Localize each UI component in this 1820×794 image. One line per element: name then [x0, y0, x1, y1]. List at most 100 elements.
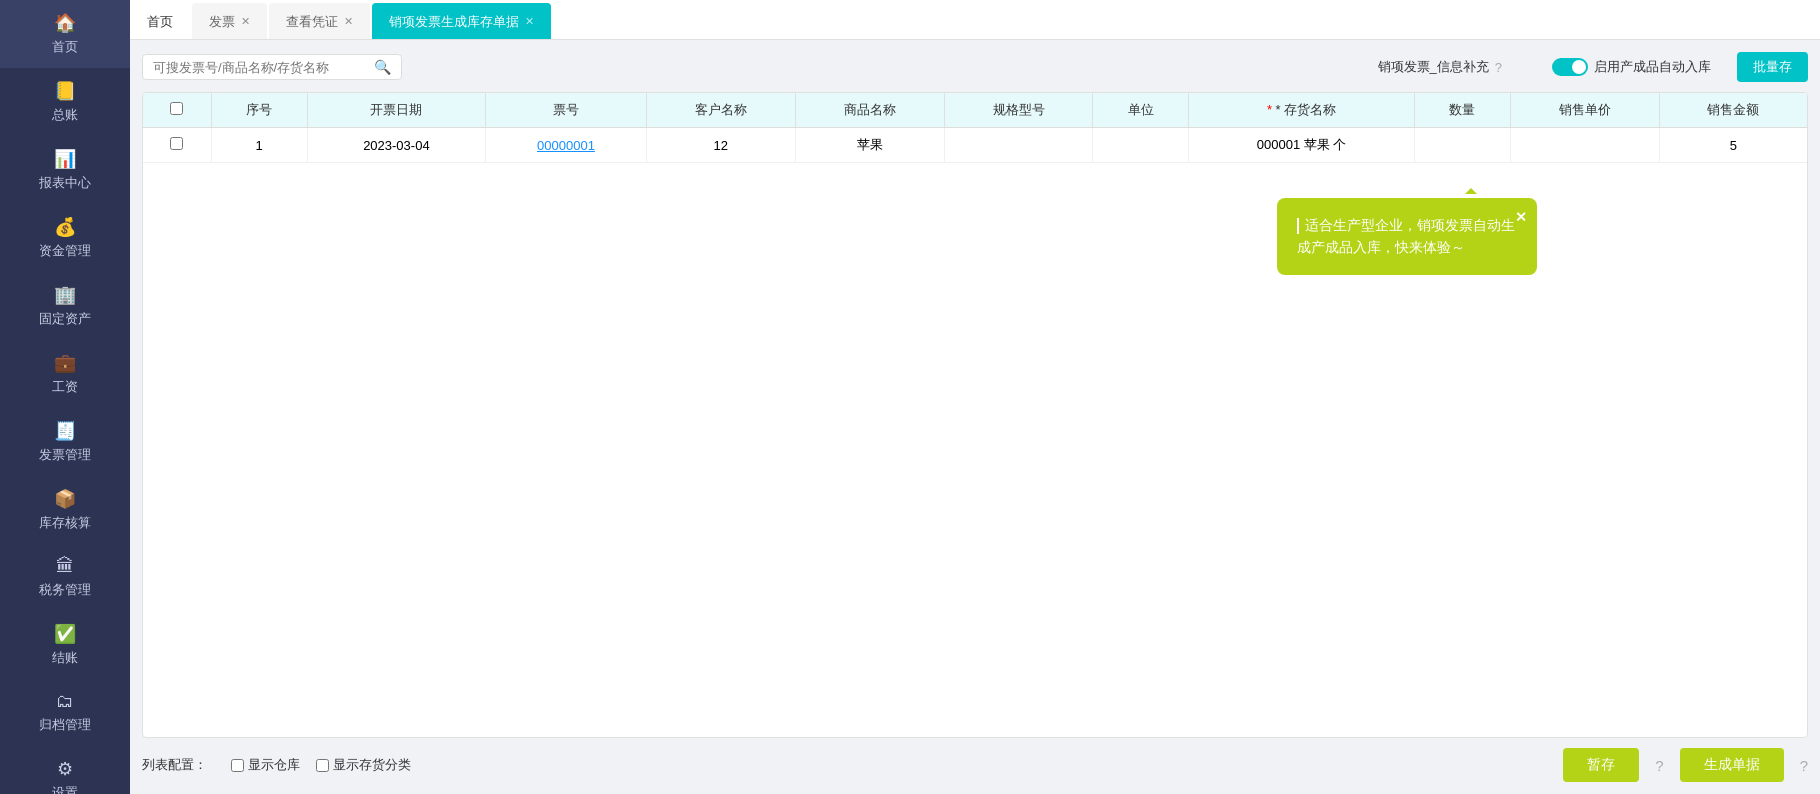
show-warehouse-label: 显示仓库 — [248, 756, 300, 774]
search-input[interactable] — [153, 60, 368, 75]
show-warehouse-checkbox-label[interactable]: 显示仓库 — [231, 756, 300, 774]
sidebar-item-payroll[interactable]: 💼 工资 — [0, 340, 130, 408]
sidebar-item-inventory[interactable]: 📦 库存核算 — [0, 476, 130, 544]
sidebar-item-label: 固定资产 — [39, 310, 91, 328]
ledger-icon: 📒 — [54, 80, 76, 102]
sidebar-item-label: 税务管理 — [39, 581, 91, 599]
sidebar-item-label: 资金管理 — [39, 242, 91, 260]
tab-invoice[interactable]: 发票 ✕ — [192, 3, 267, 39]
inventory-icon: 📦 — [54, 488, 76, 510]
show-inventory-category-label: 显示存货分类 — [333, 756, 411, 774]
sidebar-item-funds[interactable]: 💰 资金管理 — [0, 204, 130, 272]
tooltip-close-button[interactable]: ✕ — [1515, 206, 1527, 228]
col-qty: 数量 — [1414, 93, 1510, 128]
col-unit-price: 销售单价 — [1510, 93, 1659, 128]
main-area: 首页 发票 ✕ 查看凭证 ✕ 销项发票生成库存单据 ✕ 🔍 销项发票_信息补充 … — [130, 0, 1820, 794]
settings-icon: ⚙ — [57, 758, 73, 780]
content-area: 🔍 销项发票_信息补充 ? 启用产成品自动入库 批量存 — [130, 40, 1820, 794]
sidebar-item-home[interactable]: 🏠 首页 — [0, 0, 130, 68]
generate-button[interactable]: 生成单据 — [1680, 748, 1784, 782]
generate-help-icon[interactable]: ? — [1800, 757, 1808, 774]
sidebar: 🏠 首页 📒 总账 📊 报表中心 💰 资金管理 🏢 固定资产 💼 工资 🧾 发票… — [0, 0, 130, 794]
show-warehouse-checkbox[interactable] — [231, 759, 244, 772]
sidebar-item-reports[interactable]: 📊 报表中心 — [0, 136, 130, 204]
sidebar-item-label: 工资 — [52, 378, 78, 396]
tooltip-popup: ✕ 适合生产型企业，销项发票自动生成产成品入库，快来体验～ — [1277, 198, 1537, 275]
row-date: 2023-03-04 — [307, 128, 485, 163]
save-button[interactable]: 暂存 — [1563, 748, 1639, 782]
home-icon: 🏠 — [54, 12, 76, 34]
sidebar-item-label: 库存核算 — [39, 514, 91, 532]
tab-voucher-close[interactable]: ✕ — [344, 15, 353, 28]
col-ticket-no: 票号 — [486, 93, 647, 128]
sidebar-item-label: 总账 — [52, 106, 78, 124]
row-select-checkbox[interactable] — [170, 137, 183, 150]
row-customer: 12 — [646, 128, 795, 163]
search-icon: 🔍 — [374, 59, 391, 75]
reports-icon: 📊 — [54, 148, 76, 170]
sidebar-item-ledger[interactable]: 📒 总账 — [0, 68, 130, 136]
info-help-icon[interactable]: ? — [1495, 60, 1502, 75]
save-help-icon[interactable]: ? — [1655, 757, 1663, 774]
sidebar-item-label: 结账 — [52, 649, 78, 667]
show-inventory-category-checkbox[interactable] — [316, 759, 329, 772]
table-header-row: 序号 开票日期 票号 客户名称 商品名称 规格型号 单位 * * 存货名称 数量… — [143, 93, 1807, 128]
sidebar-item-invoice-mgmt[interactable]: 🧾 发票管理 — [0, 408, 130, 476]
row-inventory: 000001 苹果 个 — [1189, 128, 1415, 163]
row-ticket-no[interactable]: 00000001 — [486, 128, 647, 163]
row-checkbox[interactable] — [143, 128, 211, 163]
data-table: 序号 开票日期 票号 客户名称 商品名称 规格型号 单位 * * 存货名称 数量… — [143, 93, 1807, 163]
fixed-assets-icon: 🏢 — [54, 284, 76, 306]
info-label-text: 销项发票_信息补充 — [1378, 58, 1489, 76]
tab-sales-close[interactable]: ✕ — [525, 15, 534, 28]
sidebar-item-label: 设置 — [52, 784, 78, 794]
tab-invoice-label: 发票 — [209, 13, 235, 31]
ticket-no-link[interactable]: 00000001 — [537, 138, 595, 153]
tax-icon: 🏛 — [56, 556, 74, 577]
tab-voucher-label: 查看凭证 — [286, 13, 338, 31]
tab-home[interactable]: 首页 — [130, 3, 190, 39]
select-all-checkbox[interactable] — [170, 102, 183, 115]
sidebar-item-tax[interactable]: 🏛 税务管理 — [0, 544, 130, 611]
col-goods: 商品名称 — [795, 93, 944, 128]
table-wrapper: 序号 开票日期 票号 客户名称 商品名称 规格型号 单位 * * 存货名称 数量… — [142, 92, 1808, 738]
info-label-area: 销项发票_信息补充 ? — [1378, 58, 1502, 76]
tooltip-cursor-icon — [1297, 218, 1299, 234]
col-unit: 单位 — [1093, 93, 1189, 128]
col-inventory: * * 存货名称 — [1189, 93, 1415, 128]
col-checkbox[interactable] — [143, 93, 211, 128]
sidebar-item-archive[interactable]: 🗂 归档管理 — [0, 679, 130, 746]
toolbar: 🔍 销项发票_信息补充 ? 启用产成品自动入库 批量存 — [142, 52, 1808, 82]
toggle-area: 启用产成品自动入库 — [1552, 58, 1711, 76]
row-sales-amount: 5 — [1659, 128, 1807, 163]
row-qty — [1414, 128, 1510, 163]
tabs-bar: 首页 发票 ✕ 查看凭证 ✕ 销项发票生成库存单据 ✕ — [130, 0, 1820, 40]
batch-save-button[interactable]: 批量存 — [1737, 52, 1808, 82]
tab-voucher[interactable]: 查看凭证 ✕ — [269, 3, 370, 39]
list-config-label: 列表配置： — [142, 756, 207, 774]
row-seq: 1 — [211, 128, 307, 163]
funds-icon: 💰 — [54, 216, 76, 238]
toggle-knob — [1572, 60, 1586, 74]
sidebar-item-label: 首页 — [52, 38, 78, 56]
auto-warehouse-toggle[interactable] — [1552, 58, 1588, 76]
payroll-icon: 💼 — [54, 352, 76, 374]
tab-home-label: 首页 — [147, 13, 173, 31]
sidebar-item-label: 发票管理 — [39, 446, 91, 464]
sidebar-item-closing[interactable]: ✅ 结账 — [0, 611, 130, 679]
search-box[interactable]: 🔍 — [142, 54, 402, 80]
col-date: 开票日期 — [307, 93, 485, 128]
col-customer: 客户名称 — [646, 93, 795, 128]
col-spec: 规格型号 — [944, 93, 1093, 128]
archive-icon: 🗂 — [56, 691, 74, 712]
tab-sales[interactable]: 销项发票生成库存单据 ✕ — [372, 3, 551, 39]
row-spec — [944, 128, 1093, 163]
sidebar-item-settings[interactable]: ⚙ 设置 — [0, 746, 130, 794]
row-goods: 苹果 — [795, 128, 944, 163]
row-unit-price — [1510, 128, 1659, 163]
show-inventory-category-checkbox-label[interactable]: 显示存货分类 — [316, 756, 411, 774]
tab-invoice-close[interactable]: ✕ — [241, 15, 250, 28]
invoice-mgmt-icon: 🧾 — [54, 420, 76, 442]
sidebar-item-fixed-assets[interactable]: 🏢 固定资产 — [0, 272, 130, 340]
row-unit — [1093, 128, 1189, 163]
